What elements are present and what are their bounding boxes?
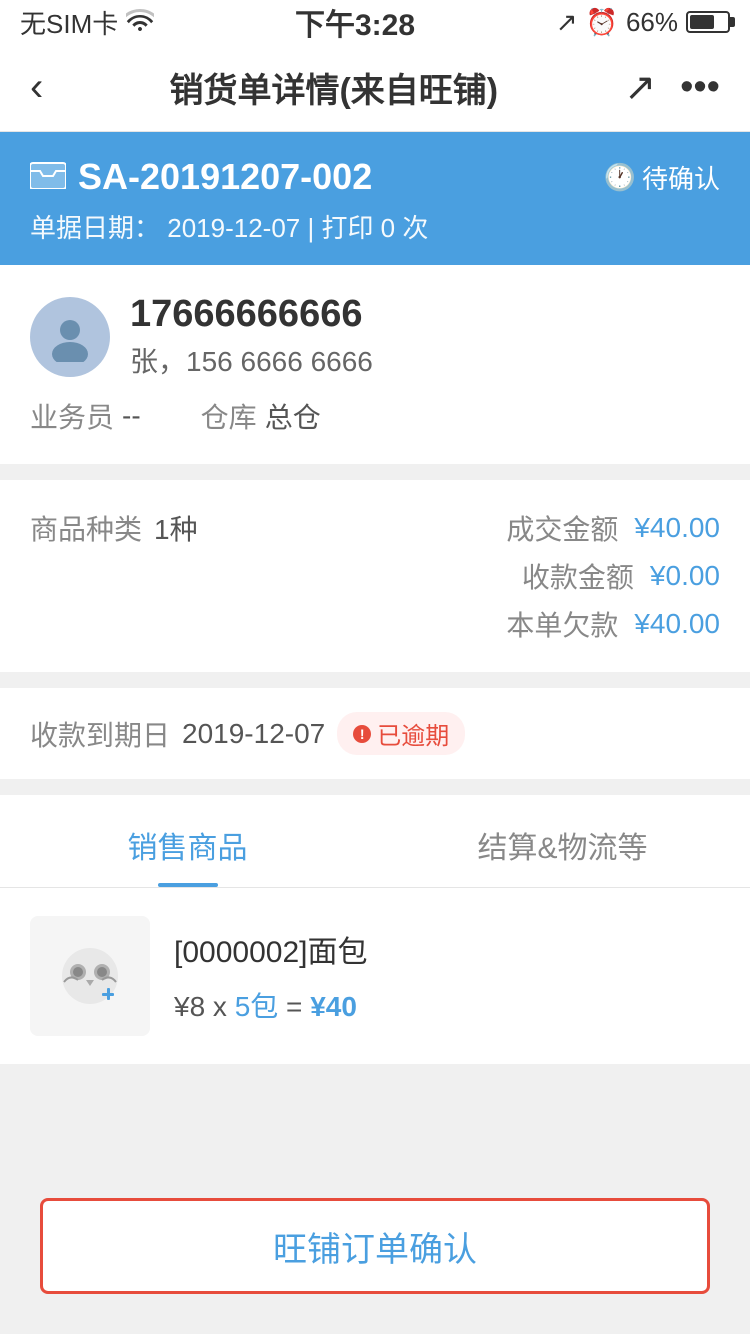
status-bar-time: 下午3:28 [295,0,415,44]
product-section: [0000002]面包 ¥8 x 5包 = ¥40 [0,888,750,1064]
summary-section: 商品种类 1种 成交金额 ¥40.00 收款金额 ¥0.00 本单欠款 ¥40.… [0,480,750,672]
product-info: [0000002]面包 ¥8 x 5包 = ¥40 [174,927,720,1025]
product-thumbnail [30,916,150,1036]
due-date-section: 收款到期日 2019-12-07 ! 已逾期 [0,688,750,779]
due-date-value: 2019-12-07 [182,718,325,750]
clock-icon: 🕐 [604,162,636,193]
amount-row: 成交金额 ¥40.00 [506,508,720,548]
alarm-icon: ⏰ [586,7,618,38]
wifi-icon [126,7,154,38]
order-date: 单据日期： 2019-12-07 | 打印 0 次 [30,208,720,245]
order-inbox-icon [30,156,66,198]
product-name: [0000002]面包 [174,927,720,971]
due-row: 本单欠款 ¥40.00 [506,604,720,644]
status-bar-left: 无SIM卡 [20,4,154,41]
due-date-label: 收款到期日 [30,714,170,754]
nav-actions: ↗ ••• [624,65,720,110]
tab-sales-products[interactable]: 销售商品 [0,795,375,887]
confirm-button[interactable]: 旺铺订单确认 [40,1198,710,1294]
customer-name: 张，156 6666 6666 [130,340,373,380]
warehouse: 仓库 总仓 [201,396,321,436]
received-row: 收款金额 ¥0.00 [522,556,720,596]
battery-icon [686,11,730,33]
amount-value: ¥40.00 [634,512,720,544]
share-button[interactable]: ↗ [624,65,656,110]
overdue-icon: ! [353,725,371,743]
sales-person: 业务员 -- [30,396,141,436]
tabs-header: 销售商品 结算&物流等 [0,795,750,888]
customer-top: 17666666666 张，156 6666 6666 [30,293,720,380]
nav-bar: ‹ 销货单详情(来自旺铺) ↗ ••• [0,44,750,132]
amounts: 成交金额 ¥40.00 收款金额 ¥0.00 本单欠款 ¥40.00 [506,508,720,644]
order-number: SA-20191207-002 [30,156,372,198]
customer-info: 17666666666 张，156 6666 6666 [130,293,373,380]
page-title: 销货单详情(来自旺铺) [169,63,498,112]
status-bar-right: ↗ ⏰ 66% [556,7,730,38]
order-header: SA-20191207-002 🕐 待确认 单据日期： 2019-12-07 |… [0,132,750,265]
more-button[interactable]: ••• [680,66,720,109]
avatar [30,297,110,377]
tab-settlement[interactable]: 结算&物流等 [375,795,750,887]
product-price: ¥8 x 5包 = ¥40 [174,985,720,1025]
location-icon: ↗ [556,7,578,38]
product-item: [0000002]面包 ¥8 x 5包 = ¥40 [0,888,750,1064]
status-bar: 无SIM卡 下午3:28 ↗ ⏰ 66% [0,0,750,44]
due-value: ¥40.00 [634,608,720,640]
product-type: 商品种类 1种 [30,508,198,548]
customer-phone: 17666666666 [130,293,373,336]
overdue-badge: ! 已逾期 [337,712,465,755]
customer-section: 17666666666 张，156 6666 6666 业务员 -- 仓库 总仓 [0,265,750,464]
battery-label: 66% [626,7,678,38]
customer-meta: 业务员 -- 仓库 总仓 [30,396,720,436]
back-button[interactable]: ‹ [30,65,43,110]
bottom-bar: 旺铺订单确认 [0,1178,750,1334]
order-header-top: SA-20191207-002 🕐 待确认 [30,156,720,198]
tabs-section: 销售商品 结算&物流等 [0,795,750,888]
received-value: ¥0.00 [650,560,720,592]
order-status: 🕐 待确认 [604,159,720,196]
carrier-label: 无SIM卡 [20,4,118,41]
